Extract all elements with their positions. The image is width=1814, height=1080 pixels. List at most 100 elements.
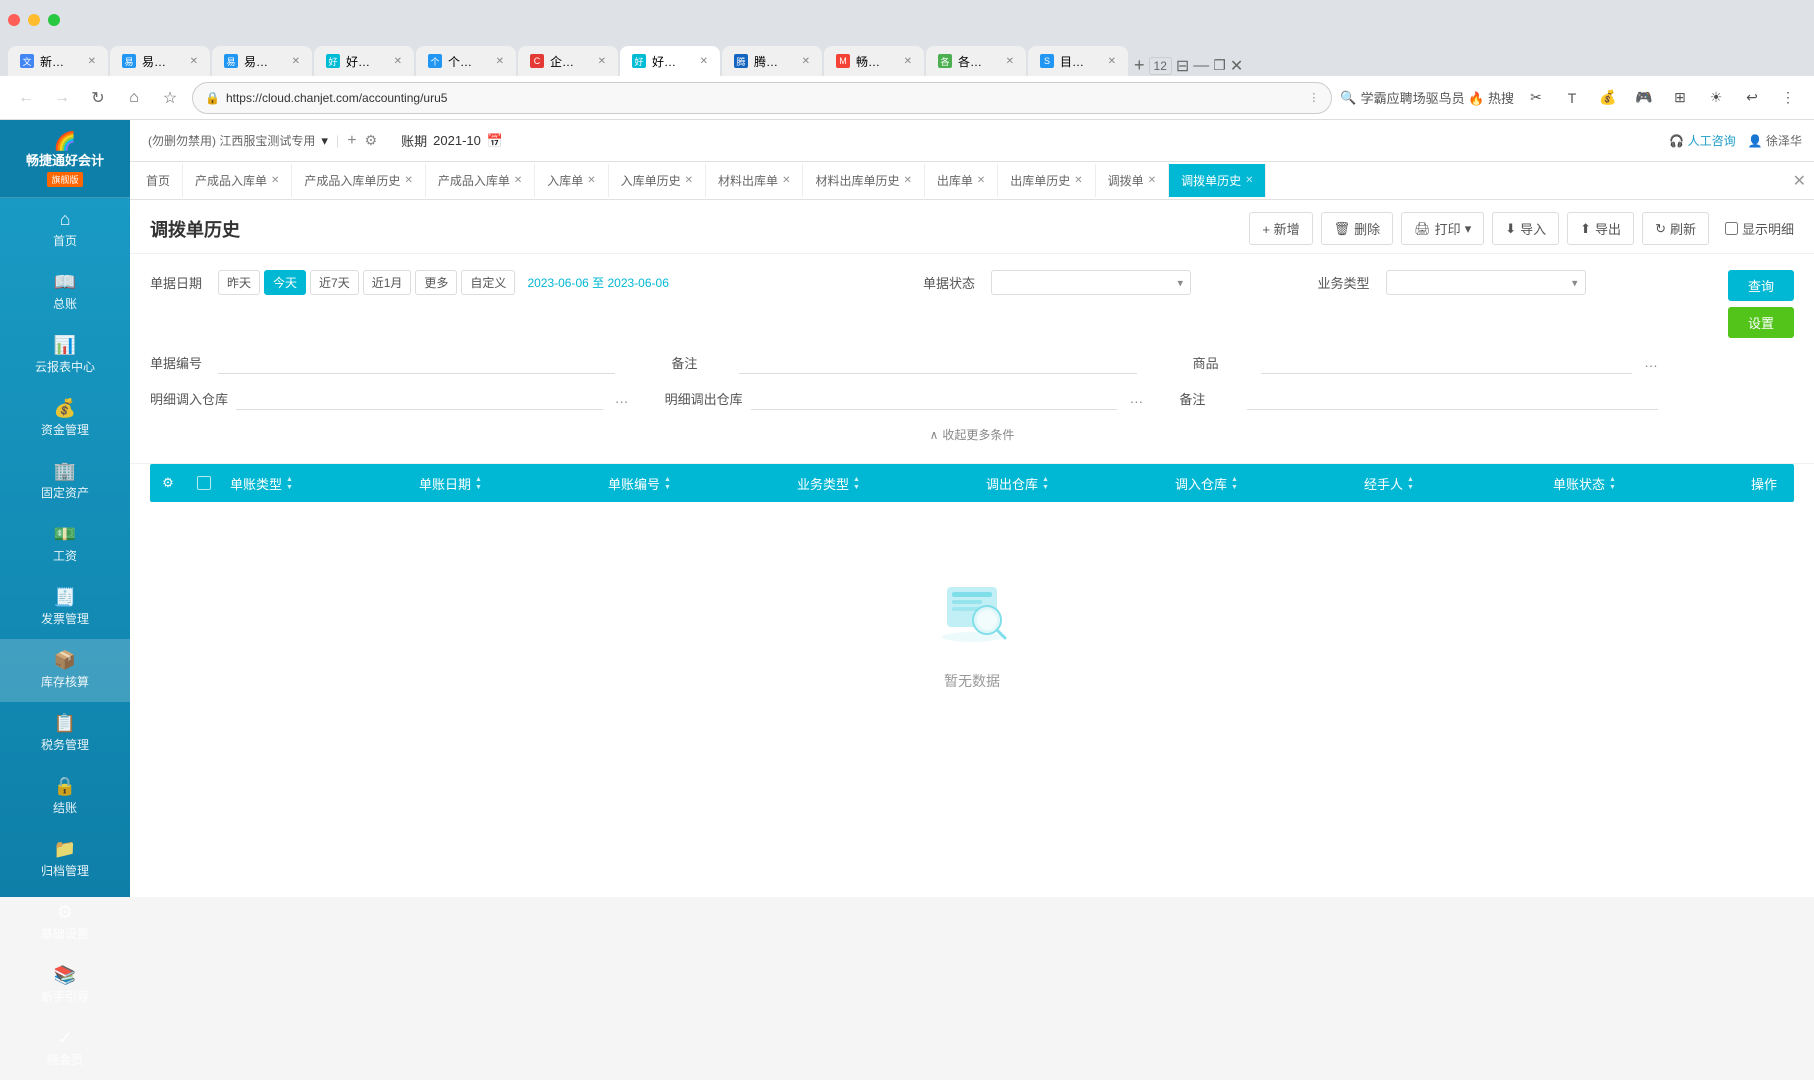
page-tab-2[interactable]: 产成品入库单历史 ✕ bbox=[292, 164, 425, 197]
company-selector[interactable]: (勿删勿禁用) 江西服宝测试专用 ▾ bbox=[142, 132, 328, 149]
detail-in-picker-btn[interactable]: … bbox=[615, 390, 629, 406]
page-tab-close-7[interactable]: ✕ bbox=[903, 175, 911, 186]
page-tab-close-9[interactable]: ✕ bbox=[1074, 175, 1082, 186]
browser-tab-close-5[interactable]: ✕ bbox=[496, 56, 504, 67]
page-tab-4[interactable]: 入库单 ✕ bbox=[535, 164, 608, 197]
service-btn[interactable]: 🎧 人工咨询 bbox=[1669, 132, 1735, 149]
th-handler[interactable]: 经手人 ▲ ▼ bbox=[1356, 474, 1545, 493]
status-select[interactable] bbox=[991, 270, 1191, 295]
browser-tab-close-7[interactable]: ✕ bbox=[700, 56, 708, 67]
browser-tab-close-3[interactable]: ✕ bbox=[292, 56, 300, 67]
page-tab-8[interactable]: 出库单 ✕ bbox=[925, 164, 998, 197]
close-btn[interactable]: ✕ bbox=[1230, 56, 1243, 76]
query-btn[interactable]: 查询 bbox=[1728, 270, 1794, 301]
browser-tab-3[interactable]: 易 易… ✕ bbox=[212, 46, 312, 76]
remark2-input[interactable] bbox=[1247, 386, 1658, 410]
th-out-warehouse[interactable]: 调出仓库 ▲ ▼ bbox=[978, 474, 1167, 493]
import-btn[interactable]: ⬇ 导入 bbox=[1492, 212, 1559, 245]
th-settings[interactable]: ⚙ bbox=[150, 475, 186, 491]
th-type[interactable]: 单账类型 ▲ ▼ bbox=[222, 474, 411, 493]
page-tab-11[interactable]: 调拨单历史 ✕ bbox=[1169, 164, 1266, 197]
page-tab-close-11[interactable]: ✕ bbox=[1245, 175, 1253, 186]
browser-tab-11[interactable]: S 目… ✕ bbox=[1028, 46, 1128, 76]
detail-in-input[interactable] bbox=[236, 386, 603, 410]
browser-tab-6[interactable]: C 企… ✕ bbox=[518, 46, 618, 76]
forward-btn[interactable]: → bbox=[48, 84, 76, 112]
sidebar-item-tax[interactable]: 📋 税务管理 bbox=[0, 702, 130, 765]
sidebar-item-salary[interactable]: 💵 工资 bbox=[0, 513, 130, 576]
page-tab-close-5[interactable]: ✕ bbox=[685, 175, 693, 186]
date-btn-custom[interactable]: 自定义 bbox=[461, 270, 515, 295]
sidebar-item-guide[interactable]: 📚 新手引导 bbox=[0, 954, 130, 1017]
sidebar-item-ledger[interactable]: 📖 总账 bbox=[0, 261, 130, 324]
page-tab-close-3[interactable]: ✕ bbox=[514, 175, 522, 186]
refresh-btn[interactable]: ↻ 刷新 bbox=[1642, 212, 1709, 245]
sidebar-item-invoice[interactable]: 🧾 发票管理 bbox=[0, 576, 130, 639]
page-tab-home[interactable]: 首页 bbox=[134, 164, 183, 197]
print-dropdown-icon[interactable]: ▾ bbox=[1465, 221, 1472, 237]
business-select[interactable] bbox=[1386, 270, 1586, 295]
browser-tab-close-11[interactable]: ✕ bbox=[1108, 56, 1116, 67]
browser-tab-10[interactable]: 各 各… ✕ bbox=[926, 46, 1026, 76]
page-tab-9[interactable]: 出库单历史 ✕ bbox=[998, 164, 1095, 197]
page-tab-close-4[interactable]: ✕ bbox=[587, 175, 595, 186]
display-checkbox[interactable] bbox=[1725, 222, 1738, 235]
date-btn-today[interactable]: 今天 bbox=[264, 270, 306, 295]
scissors-btn[interactable]: ✂ bbox=[1522, 84, 1550, 112]
company-dropdown-icon[interactable]: ▾ bbox=[321, 133, 328, 149]
game-btn[interactable]: 🎮 bbox=[1630, 84, 1658, 112]
browser-tab-5[interactable]: 个 个… ✕ bbox=[416, 46, 516, 76]
header-checkbox[interactable] bbox=[197, 476, 211, 490]
date-btn-1month[interactable]: 近1月 bbox=[363, 270, 412, 295]
browser-tab-9[interactable]: M 畅… ✕ bbox=[824, 46, 924, 76]
sidebar-item-member[interactable]: ✓ 畅会员 bbox=[0, 1017, 130, 1080]
tab-menu-btn[interactable]: ⊟ bbox=[1176, 56, 1189, 76]
sidebar-item-finance[interactable]: 💰 资金管理 bbox=[0, 387, 130, 450]
user-btn[interactable]: 👤 徐泽华 bbox=[1748, 132, 1802, 149]
settings-btn[interactable]: 设置 bbox=[1728, 307, 1794, 338]
refresh-browser-btn[interactable]: ↻ bbox=[84, 84, 112, 112]
page-tabs-close-btn[interactable]: ✕ bbox=[1785, 171, 1814, 191]
browser-tab-close-8[interactable]: ✕ bbox=[802, 56, 810, 67]
browser-tab-2[interactable]: 易 易… ✕ bbox=[110, 46, 210, 76]
page-tab-close-10[interactable]: ✕ bbox=[1148, 175, 1156, 186]
wallet-btn[interactable]: 💰 bbox=[1594, 84, 1622, 112]
browser-tab-4[interactable]: 好 好… ✕ bbox=[314, 46, 414, 76]
browser-tab-close-1[interactable]: ✕ bbox=[88, 56, 96, 67]
browser-tab-7[interactable]: 好 好… ✕ bbox=[620, 46, 720, 76]
browser-tab-1[interactable]: 文 新… ✕ bbox=[8, 46, 108, 76]
page-tab-3[interactable]: 产成品入库单 ✕ bbox=[426, 164, 535, 197]
browser-tab-close-10[interactable]: ✕ bbox=[1006, 56, 1014, 67]
sidebar-item-home[interactable]: ⌂ 首页 bbox=[0, 198, 130, 261]
goods-input[interactable] bbox=[1261, 350, 1632, 374]
brightness-btn[interactable]: ☀ bbox=[1702, 84, 1730, 112]
minimize-btn[interactable]: — bbox=[1193, 57, 1209, 75]
page-tab-close-1[interactable]: ✕ bbox=[271, 175, 279, 186]
browser-tab-close-2[interactable]: ✕ bbox=[190, 56, 198, 67]
detail-out-input[interactable] bbox=[751, 386, 1118, 410]
back-btn[interactable]: ← bbox=[12, 84, 40, 112]
calendar-icon[interactable]: 📅 bbox=[487, 133, 503, 149]
sidebar-item-assets[interactable]: 🏢 固定资产 bbox=[0, 450, 130, 513]
company-settings-btn[interactable]: ⚙ bbox=[365, 132, 378, 149]
th-number[interactable]: 单账编号 ▲ ▼ bbox=[600, 474, 789, 493]
date-btn-yesterday[interactable]: 昨天 bbox=[218, 270, 260, 295]
page-tab-1[interactable]: 产成品入库单 ✕ bbox=[183, 164, 292, 197]
browser-tab-close-9[interactable]: ✕ bbox=[904, 56, 912, 67]
page-tab-7[interactable]: 材料出库单历史 ✕ bbox=[803, 164, 924, 197]
add-company-btn[interactable]: + bbox=[347, 132, 356, 150]
page-tab-close-8[interactable]: ✕ bbox=[977, 175, 985, 186]
th-in-warehouse[interactable]: 调入仓库 ▲ ▼ bbox=[1167, 474, 1356, 493]
page-tab-6[interactable]: 材料出库单 ✕ bbox=[706, 164, 803, 197]
new-tab-btn[interactable]: + bbox=[1134, 55, 1145, 76]
sidebar-item-archive[interactable]: 📁 归档管理 bbox=[0, 828, 130, 891]
collapse-btn[interactable]: ∧ 收起更多条件 bbox=[150, 422, 1794, 447]
browser-tab-close-4[interactable]: ✕ bbox=[394, 56, 402, 67]
page-tab-5[interactable]: 入库单历史 ✕ bbox=[609, 164, 706, 197]
bookmark-btn[interactable]: ☆ bbox=[156, 84, 184, 112]
display-toggle[interactable]: 显示明细 bbox=[1725, 219, 1794, 238]
goods-picker-btn[interactable]: … bbox=[1644, 354, 1658, 370]
tab-count[interactable]: 12 bbox=[1149, 57, 1172, 75]
page-tab-close-6[interactable]: ✕ bbox=[782, 175, 790, 186]
sidebar-item-closing[interactable]: 🔒 结账 bbox=[0, 765, 130, 828]
